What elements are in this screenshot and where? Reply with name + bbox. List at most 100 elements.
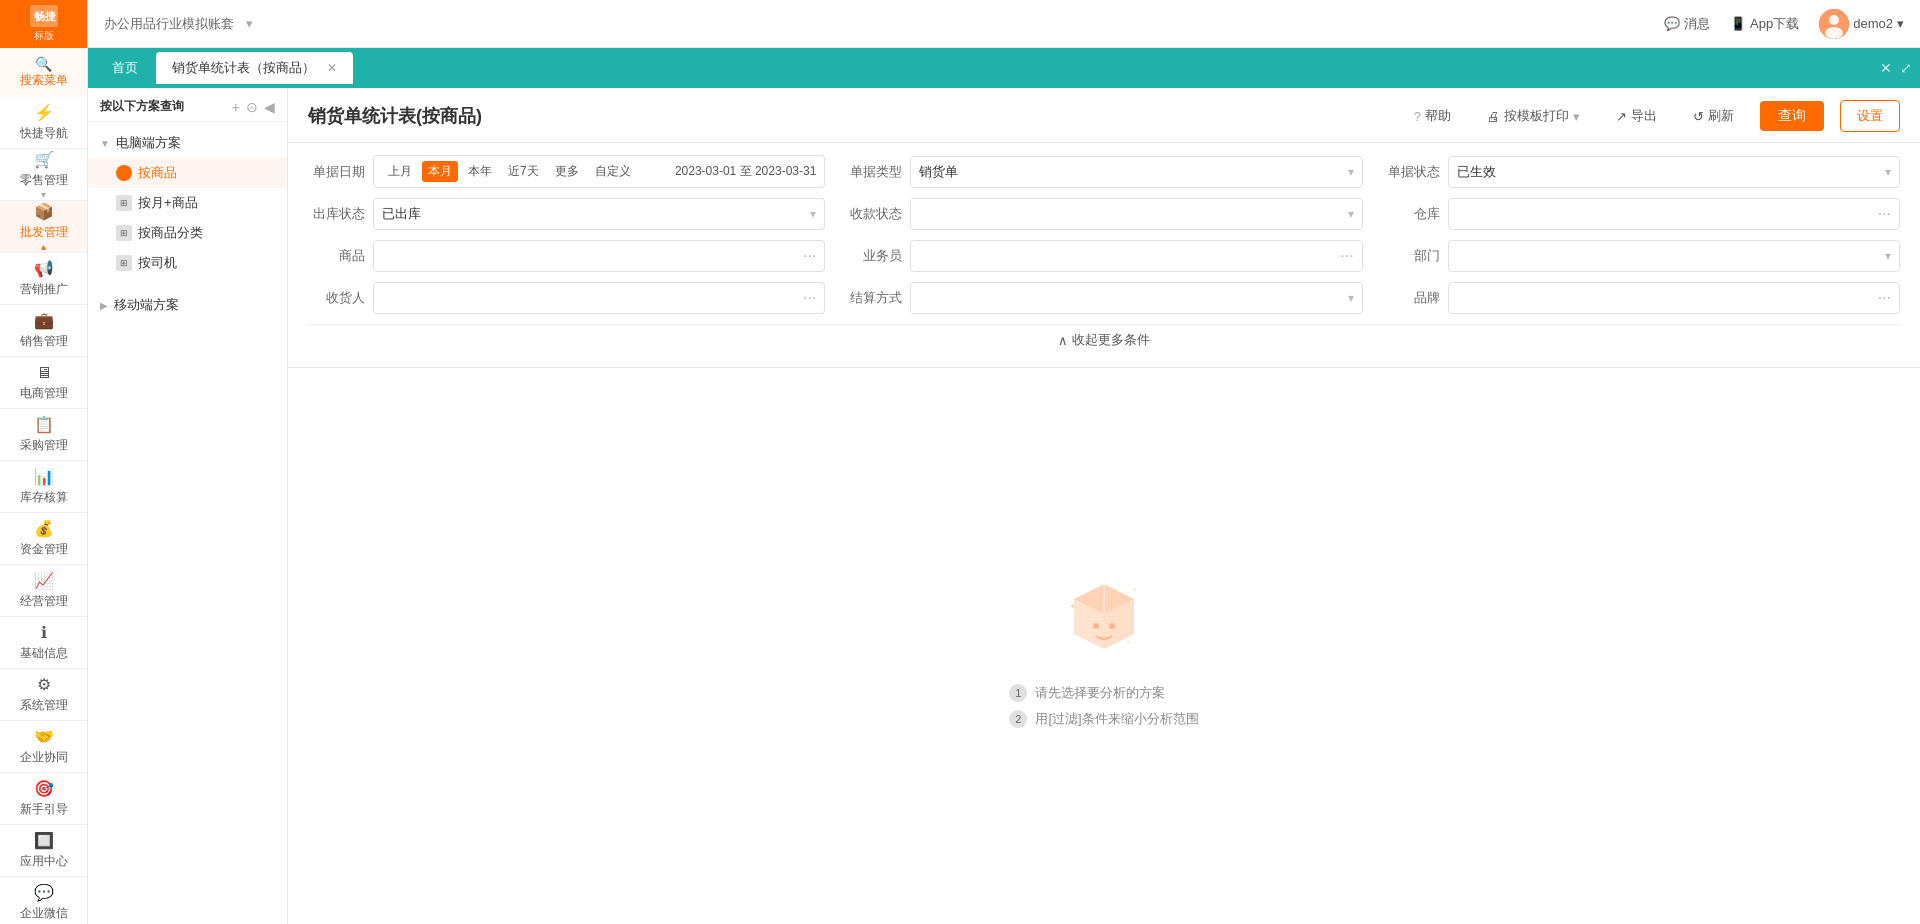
refresh-scheme-btn[interactable]: ⊙	[246, 99, 258, 115]
svg-point-10	[1109, 623, 1115, 629]
print-dropdown-icon: ▾	[1573, 109, 1580, 124]
retail-icon: 🛒	[34, 150, 54, 169]
tab-close-all-icon[interactable]: ✕	[1880, 60, 1892, 76]
left-panel-title: 按以下方案查询	[100, 98, 184, 115]
tab-maximize-icon[interactable]: ⤢	[1900, 60, 1912, 76]
tree-parent-mobile[interactable]: ▶ 移动端方案	[88, 290, 287, 320]
filter-department-cell: 部门 ▾	[1383, 240, 1900, 272]
message-icon: 💬	[1664, 16, 1680, 31]
wechat-icon: 💬	[34, 883, 54, 902]
settings-btn[interactable]: 设置	[1840, 100, 1900, 132]
operations-icon: 📈	[34, 571, 54, 590]
department-input[interactable]: ▾	[1448, 240, 1900, 272]
brand-dots-icon[interactable]: ···	[1878, 289, 1891, 307]
right-panel: 销货单统计表(按商品) ? 帮助 🖨 按模板打印 ▾ ↗ 导出	[288, 88, 1920, 924]
tree-child-by-product[interactable]: 按商品	[88, 158, 287, 188]
sidebar-item-wechat[interactable]: 💬 企业微信	[0, 877, 87, 924]
search-menu-item[interactable]: 🔍 搜索菜单	[0, 48, 87, 97]
filter-row-2: 出库状态 已出库 ▾ 收款状态 ▾ 仓库	[308, 198, 1900, 230]
date-btn-more[interactable]: 更多	[549, 161, 585, 182]
date-input[interactable]: 上月 本月 本年 近7天 更多 自定义 2023-03-01 至 2023-03…	[373, 155, 825, 188]
filter-area: 单据日期 上月 本月 本年 近7天 更多 自定义 2023-03-01 至 20…	[288, 143, 1920, 368]
scheme-by-month-product-label: 按月+商品	[138, 194, 198, 212]
tip-num-1: 1	[1009, 684, 1027, 702]
tab-report[interactable]: 销货单统计表（按商品） ✕	[156, 52, 353, 84]
tree-child-by-driver[interactable]: ⊞ 按司机	[88, 248, 287, 278]
tab-close-icon[interactable]: ✕	[327, 61, 337, 75]
add-scheme-btn[interactable]: +	[232, 99, 240, 115]
date-btn-last-month[interactable]: 上月	[382, 161, 418, 182]
help-icon: ?	[1414, 109, 1421, 124]
finance-icon: 💰	[34, 519, 54, 538]
sidebar-item-sales[interactable]: 💼 销售管理	[0, 305, 87, 357]
user-area[interactable]: demo2 ▾	[1819, 9, 1904, 39]
breadcrumb-dropdown-icon[interactable]: ▾	[246, 16, 253, 31]
warehouse-dots-icon[interactable]: ···	[1878, 205, 1891, 223]
sidebar-item-ecommerce[interactable]: 🖥 电商管理	[0, 357, 87, 409]
guide-icon: 🎯	[34, 779, 54, 798]
receipt-status-input[interactable]: ▾	[910, 198, 1362, 230]
sidebar-item-quick-nav[interactable]: ⚡ 快捷导航	[0, 97, 87, 149]
tree-child-by-category[interactable]: ⊞ 按商品分类	[88, 218, 287, 248]
warehouse-input[interactable]: ···	[1448, 198, 1900, 230]
brand-input[interactable]: ···	[1448, 282, 1900, 314]
print-icon: 🖨	[1487, 109, 1500, 124]
sidebar-item-finance[interactable]: 💰 资金管理	[0, 513, 87, 565]
sidebar-item-enterprise[interactable]: 🤝 企业协同	[0, 721, 87, 773]
sidebar-item-marketing[interactable]: 📢 营销推广	[0, 253, 87, 305]
svg-text:✦: ✦	[1069, 602, 1076, 611]
svg-point-3	[1829, 15, 1839, 25]
stock-icon: 📊	[34, 467, 54, 486]
date-btn-custom[interactable]: 自定义	[589, 161, 637, 182]
tree-child-by-month-product[interactable]: ⊞ 按月+商品	[88, 188, 287, 218]
sidebar-item-apps[interactable]: 🔲 应用中心	[0, 825, 87, 877]
main-area: 办公用品行业模拟账套 ▾ 💬 消息 📱 App下载 de	[88, 0, 1920, 924]
collapse-more-btn[interactable]: ∧ 收起更多条件	[308, 324, 1900, 355]
sidebar-item-guide[interactable]: 🎯 新手引导	[0, 773, 87, 825]
scheme-by-category-label: 按商品分类	[138, 224, 203, 242]
retail-arrow: ▾	[41, 189, 46, 200]
avatar	[1819, 9, 1849, 39]
sidebar-item-purchase[interactable]: 📋 采购管理	[0, 409, 87, 461]
sidebar-item-system[interactable]: ⚙ 系统管理	[0, 669, 87, 721]
wholesale-arrow: ▴	[41, 241, 46, 252]
sidebar-item-operations[interactable]: 📈 经营管理	[0, 565, 87, 617]
tip-text-1: 请先选择要分析的方案	[1035, 684, 1165, 702]
date-btn-7days[interactable]: 近7天	[502, 161, 545, 182]
product-dots-icon[interactable]: ···	[803, 247, 816, 265]
template-print-btn[interactable]: 🖨 按模板打印 ▾	[1477, 103, 1590, 129]
receipt-status-label: 收款状态	[845, 205, 910, 223]
refresh-btn[interactable]: ↺ 刷新	[1683, 103, 1744, 129]
recipient-dots-icon[interactable]: ···	[803, 289, 816, 307]
date-quick-btns: 上月 本月 本年 近7天 更多 自定义	[382, 161, 637, 182]
sidebar-item-retail[interactable]: 🛒 零售管理 ▾	[0, 149, 87, 201]
salesperson-dots-icon[interactable]: ···	[1340, 247, 1353, 265]
help-btn[interactable]: ? 帮助	[1404, 103, 1461, 129]
warehouse-label: 仓库	[1383, 205, 1448, 223]
doc-type-input[interactable]: 销货单 ▾	[910, 156, 1362, 188]
sidebar-item-stock[interactable]: 📊 库存核算	[0, 461, 87, 513]
left-panel-header: 按以下方案查询 + ⊙ ◀	[88, 88, 287, 122]
settlement-label: 结算方式	[845, 289, 910, 307]
svg-point-9	[1093, 623, 1099, 629]
doc-status-input[interactable]: 已生效 ▾	[1448, 156, 1900, 188]
warehouse-status-input[interactable]: 已出库 ▾	[373, 198, 825, 230]
date-btn-this-month[interactable]: 本月	[422, 161, 458, 182]
tree-parent-pc[interactable]: ▼ 电脑端方案	[88, 128, 287, 158]
settlement-input[interactable]: ▾	[910, 282, 1362, 314]
tab-home[interactable]: 首页	[96, 52, 154, 84]
date-btn-this-year[interactable]: 本年	[462, 161, 498, 182]
sidebar-item-wholesale[interactable]: 📦 批发管理 ▴	[0, 201, 87, 253]
recipient-input[interactable]: ···	[373, 282, 825, 314]
salesperson-input[interactable]: ···	[910, 240, 1362, 272]
filter-recipient-cell: 收货人 ···	[308, 282, 825, 314]
message-btn[interactable]: 💬 消息	[1664, 15, 1710, 33]
collapse-icon: ∧	[1058, 333, 1068, 348]
sidebar-item-basic[interactable]: ℹ 基础信息	[0, 617, 87, 669]
app-download-btn[interactable]: 📱 App下载	[1730, 15, 1799, 33]
collapse-panel-btn[interactable]: ◀	[264, 99, 275, 115]
query-btn[interactable]: 查询	[1760, 101, 1824, 131]
warehouse-status-value: 已出库	[382, 205, 421, 223]
export-btn[interactable]: ↗ 导出	[1606, 103, 1667, 129]
product-input[interactable]: ···	[373, 240, 825, 272]
